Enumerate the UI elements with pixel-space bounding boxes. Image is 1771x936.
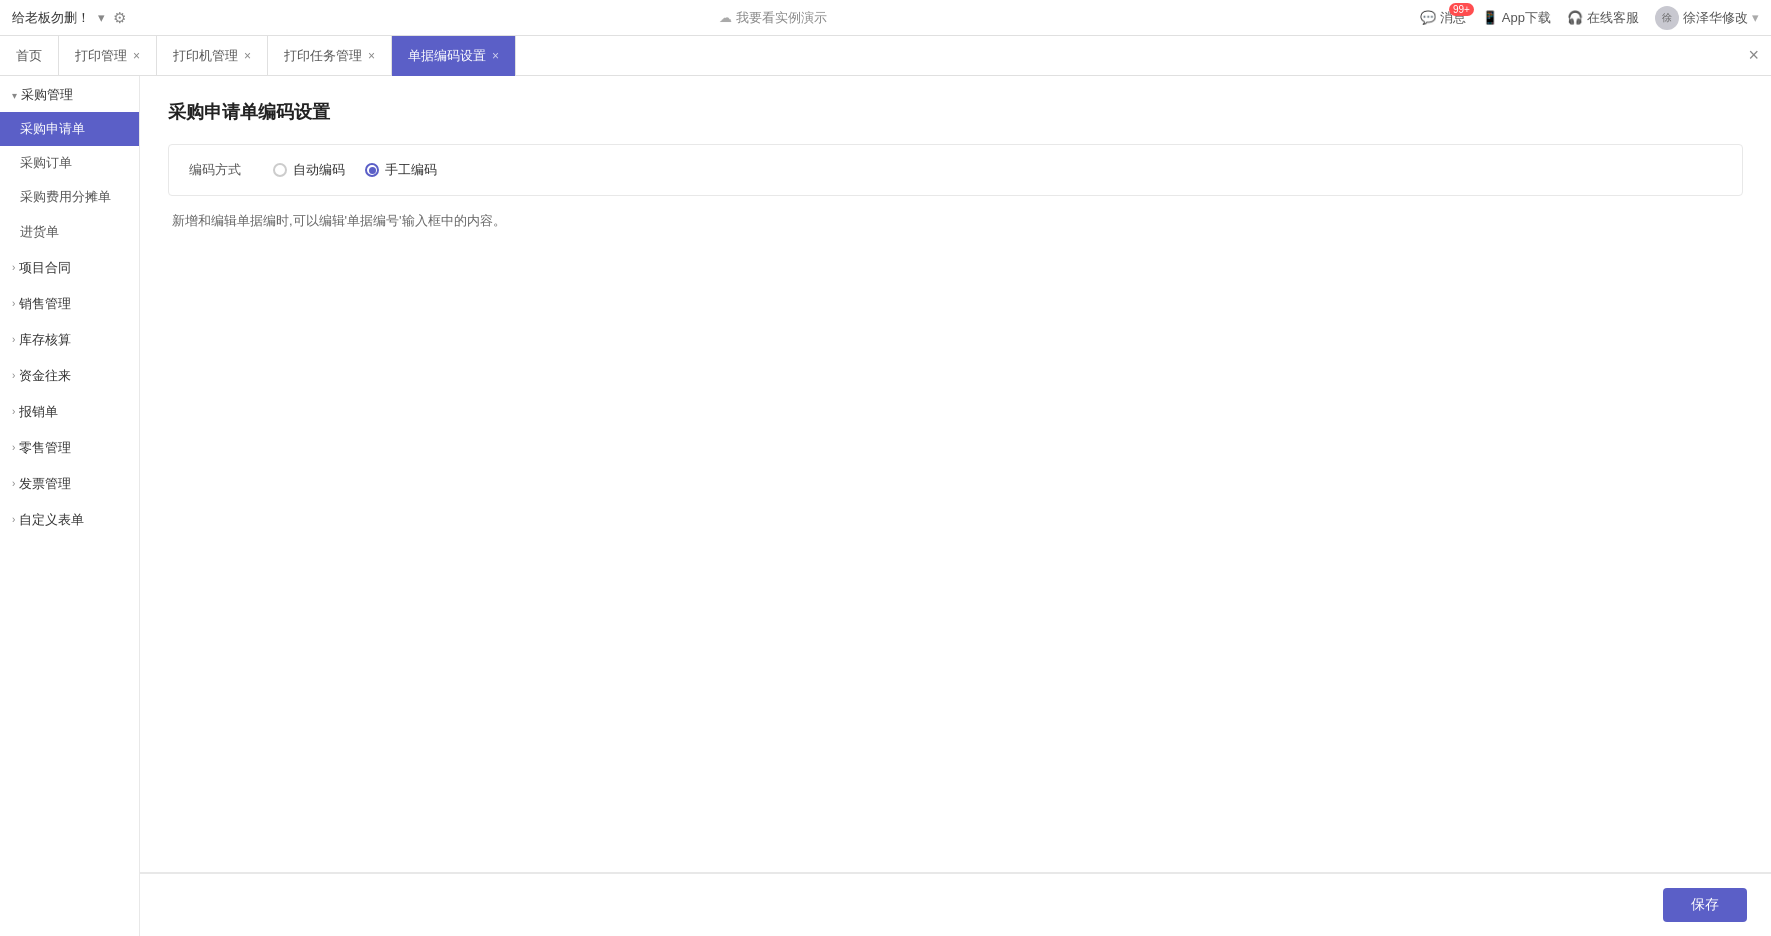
purchase-management-arrow	[12, 90, 17, 101]
content-area: 采购申请单编码设置 编码方式 自动编码 手工编码	[140, 76, 1771, 936]
radio-manual-label: 手工编码	[385, 161, 437, 179]
radio-auto-circle	[273, 163, 287, 177]
sidebar-item-capital-transactions[interactable]: 资金往来	[0, 357, 139, 393]
tab-print-task-label: 打印任务管理	[284, 47, 362, 65]
user-name: 徐泽华修改	[1683, 9, 1748, 27]
sidebar-item-inventory-settlement[interactable]: 库存核算	[0, 321, 139, 357]
sidebar-item-invoice-management[interactable]: 发票管理	[0, 465, 139, 501]
encoding-row: 编码方式 自动编码 手工编码	[189, 161, 1722, 179]
sidebar-item-sales-management[interactable]: 销售管理	[0, 285, 139, 321]
top-bar-left: 给老板勿删！ ▾ ⚙	[12, 9, 126, 27]
gear-icon[interactable]: ⚙	[113, 9, 126, 27]
online-support-label: 在线客服	[1587, 9, 1639, 27]
hint-text-content: 新增和编辑单据编时,可以编辑'单据编号'输入框中的内容。	[172, 213, 506, 228]
sidebar-item-purchase-order[interactable]: 采购订单	[0, 146, 139, 180]
user-chevron-icon: ▾	[1752, 10, 1759, 25]
purchase-management-items: 采购申请单 采购订单 采购费用分摊单 进货单	[0, 112, 139, 249]
message-icon: 💬	[1420, 10, 1436, 25]
encoding-section: 编码方式 自动编码 手工编码	[168, 144, 1743, 196]
app-download-label: App下载	[1502, 9, 1551, 27]
sidebar-item-retail-management[interactable]: 零售管理	[0, 429, 139, 465]
save-button[interactable]: 保存	[1663, 888, 1747, 922]
tab-home[interactable]: 首页	[0, 36, 59, 76]
top-bar-search[interactable]: ☁ 我要看实例演示	[719, 9, 827, 27]
close-panel-button[interactable]: ×	[1748, 45, 1759, 66]
support-icon: 🎧	[1567, 10, 1583, 25]
notification-button[interactable]: 💬 消息 99+	[1420, 9, 1466, 27]
encoding-method-label: 编码方式	[189, 161, 249, 179]
search-text: 我要看实例演示	[736, 9, 827, 27]
sidebar-group-purchase: 采购管理 采购申请单 采购订单 采购费用分摊单 进货单	[0, 76, 139, 249]
radio-manual-circle	[365, 163, 379, 177]
notification-badge: 99+	[1449, 3, 1474, 16]
content-main: 采购申请单编码设置 编码方式 自动编码 手工编码	[140, 76, 1771, 872]
radio-manual-encoding[interactable]: 手工编码	[365, 161, 437, 179]
online-support-button[interactable]: 🎧 在线客服	[1567, 9, 1639, 27]
encoding-radio-group: 自动编码 手工编码	[273, 161, 437, 179]
tab-barcode-settings-label: 单据编码设置	[408, 47, 486, 65]
app-title: 给老板勿删！	[12, 9, 90, 27]
main-layout: 采购管理 采购申请单 采购订单 采购费用分摊单 进货单 项目合同	[0, 76, 1771, 936]
content-footer: 保存	[140, 873, 1771, 936]
invoice-management-arrow	[12, 478, 15, 489]
sidebar-item-purchase-management[interactable]: 采购管理	[0, 76, 139, 112]
sidebar-item-returns[interactable]: 报销单	[0, 393, 139, 429]
top-bar-right: 💬 消息 99+ 📱 App下载 🎧 在线客服 徐 徐泽华修改 ▾	[1420, 6, 1759, 30]
tab-bar-end: ×	[1748, 45, 1771, 66]
tab-print-management-close[interactable]: ×	[133, 49, 140, 63]
tab-print-task[interactable]: 打印任务管理 ×	[268, 36, 392, 76]
retail-management-arrow	[12, 442, 15, 453]
chevron-down-icon[interactable]: ▾	[98, 10, 105, 25]
tab-barcode-settings[interactable]: 单据编码设置 ×	[392, 36, 516, 76]
sidebar-item-goods-receipt[interactable]: 进货单	[0, 215, 139, 249]
capital-transactions-arrow	[12, 370, 15, 381]
tab-print-management[interactable]: 打印管理 ×	[59, 36, 157, 76]
top-bar: 给老板勿删！ ▾ ⚙ ☁ 我要看实例演示 💬 消息 99+ 📱 App下载 🎧 …	[0, 0, 1771, 36]
tab-home-label: 首页	[16, 47, 42, 65]
purchase-management-label: 采购管理	[21, 86, 73, 104]
radio-auto-label: 自动编码	[293, 161, 345, 179]
sidebar-item-custom-forms[interactable]: 自定义表单	[0, 501, 139, 537]
custom-forms-arrow	[12, 514, 15, 525]
app-download-button[interactable]: 📱 App下载	[1482, 9, 1551, 27]
sidebar-item-purchase-expense[interactable]: 采购费用分摊单	[0, 180, 139, 214]
radio-auto-encoding[interactable]: 自动编码	[273, 161, 345, 179]
tab-print-management-label: 打印管理	[75, 47, 127, 65]
tab-printer-management[interactable]: 打印机管理 ×	[157, 36, 268, 76]
sidebar-item-project-contract[interactable]: 项目合同	[0, 249, 139, 285]
sidebar-item-purchase-request[interactable]: 采购申请单	[0, 112, 139, 146]
sidebar: 采购管理 采购申请单 采购订单 采购费用分摊单 进货单 项目合同	[0, 76, 140, 936]
tab-bar: 首页 打印管理 × 打印机管理 × 打印任务管理 × 单据编码设置 × ×	[0, 36, 1771, 76]
tab-printer-management-label: 打印机管理	[173, 47, 238, 65]
project-contract-arrow	[12, 262, 15, 273]
inventory-settlement-arrow	[12, 334, 15, 345]
sales-management-arrow	[12, 298, 15, 309]
avatar: 徐	[1655, 6, 1679, 30]
hint-text: 新增和编辑单据编时,可以编辑'单据编号'输入框中的内容。	[168, 212, 1743, 230]
tab-barcode-settings-close[interactable]: ×	[492, 49, 499, 63]
download-icon: 📱	[1482, 10, 1498, 25]
tab-printer-management-close[interactable]: ×	[244, 49, 251, 63]
tab-print-task-close[interactable]: ×	[368, 49, 375, 63]
page-title: 采购申请单编码设置	[168, 100, 1743, 124]
cloud-icon: ☁	[719, 10, 732, 25]
user-menu[interactable]: 徐 徐泽华修改 ▾	[1655, 6, 1759, 30]
returns-arrow	[12, 406, 15, 417]
